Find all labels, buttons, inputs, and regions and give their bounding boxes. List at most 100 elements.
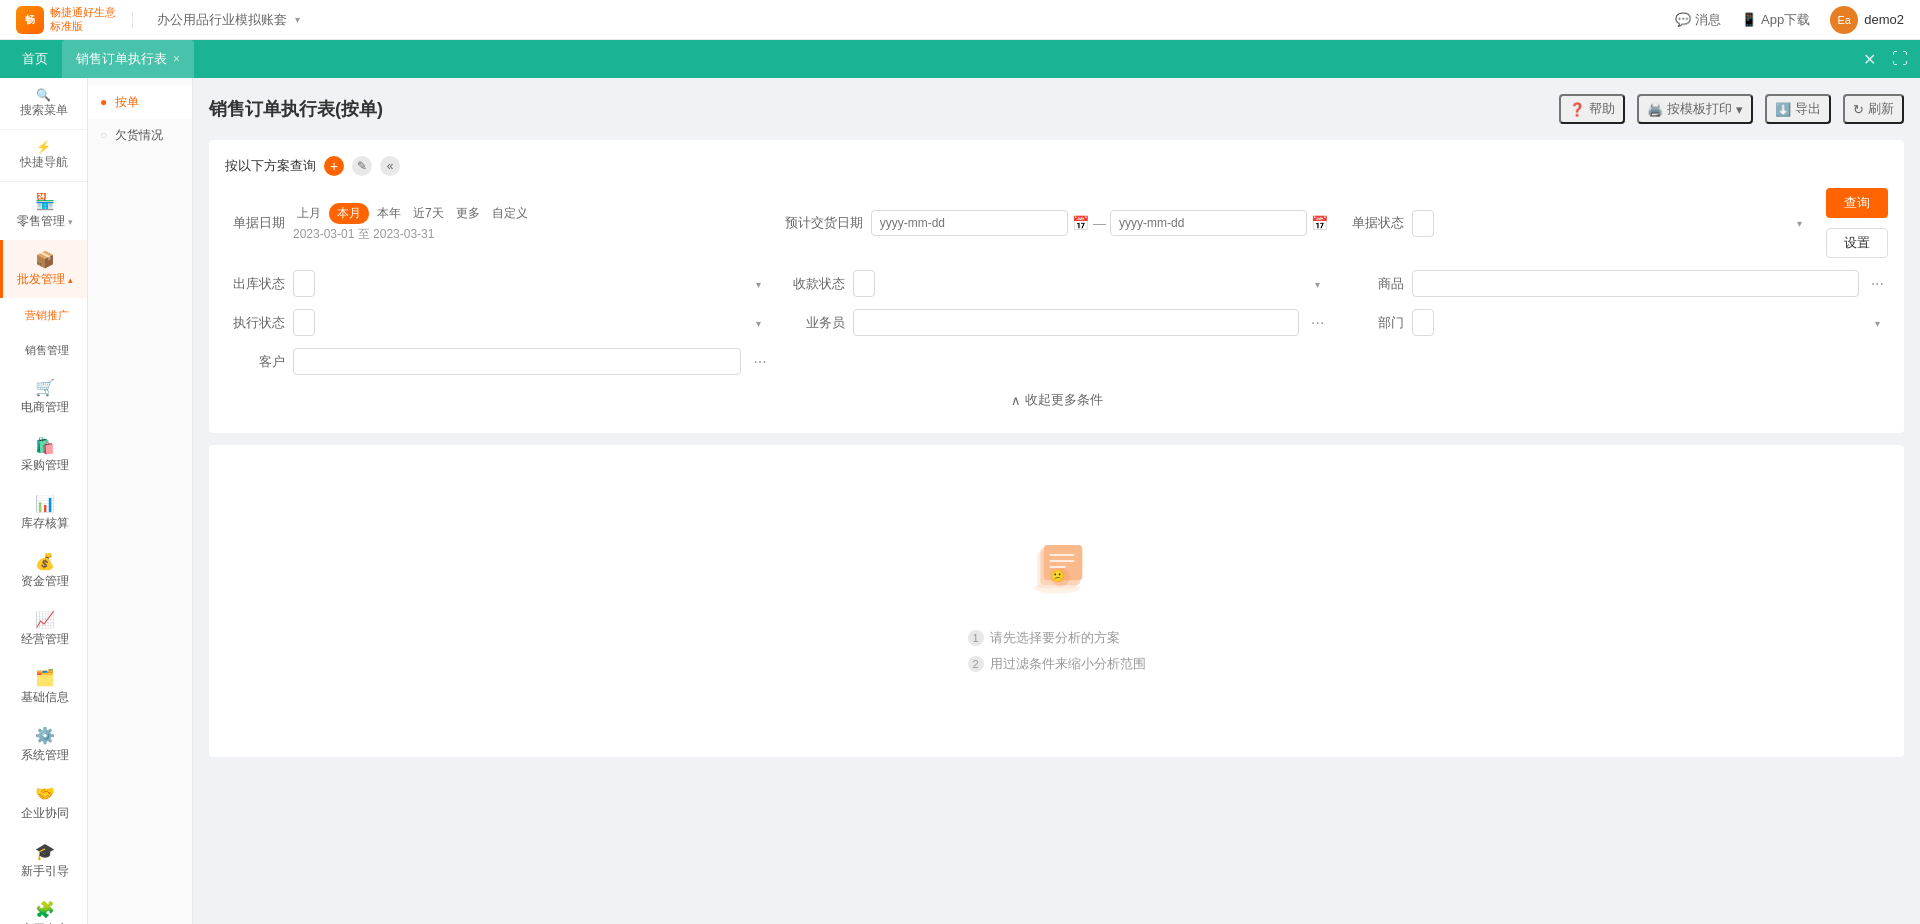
filter-field-delivery-status: 出库状态 ▾ [225,270,769,297]
execution-status-select-wrapper: ▾ [293,309,769,336]
date-tab-more[interactable]: 更多 [452,203,484,224]
goods-label: 商品 [1344,275,1404,293]
filter-form: 单据日期 上月 本月 本年 近7天 更多 自定义 20 [225,188,1888,417]
user-info[interactable]: Ea demo2 [1830,6,1904,34]
sidebar-item-marketing[interactable]: 营销推广 [0,298,87,333]
scheme-collapse-button[interactable]: « [380,156,400,176]
purchase-icon: 🛍️ [7,436,83,455]
sidebar-item-inventory[interactable]: 📊 库存核算 [0,484,87,542]
filter-field-order-status: 单据状态 ▾ 查询 设置 [1344,188,1888,258]
tab-close-window[interactable]: ✕ [1859,46,1880,73]
filter-field-salesperson: 业务员 ··· [785,309,1329,336]
newbie-icon: 🎓 [7,842,83,861]
date-tab-current-year[interactable]: 本年 [373,203,405,224]
execution-status-chevron-icon: ▾ [756,317,761,328]
sidebar-item-newbie[interactable]: 🎓 新手引导 [0,832,87,890]
order-actions: 查询 设置 [1826,188,1888,258]
date-tab-custom[interactable]: 自定义 [488,203,532,224]
payment-status-chevron-icon: ▾ [1315,278,1320,289]
sidebar-item-sales[interactable]: 销售管理 [0,333,87,368]
tab-close-icon[interactable]: × [173,52,180,66]
date-tab-last7[interactable]: 近7天 [409,203,448,224]
inventory-icon: 📊 [7,494,83,513]
tab-maximize[interactable]: ⛶ [1888,46,1912,72]
salesperson-input[interactable] [853,309,1299,336]
department-select[interactable] [1412,309,1434,336]
template-print-button[interactable]: 🖨️ 按模板打印 ▾ [1637,94,1753,124]
department-label: 部门 [1344,314,1404,332]
user-name: demo2 [1864,12,1904,27]
message-action[interactable]: 💬 消息 [1675,11,1721,29]
sidebar-nav: 🔍 搜索菜单 ⚡ 快捷导航 🏪 零售管理 ▾ 📦 批发管理 ▴ 营销推广 销售管… [0,78,88,924]
refresh-button[interactable]: ↻ 刷新 [1843,94,1904,124]
export-button[interactable]: ⬇️ 导出 [1765,94,1831,124]
tab-home[interactable]: 首页 [8,40,62,78]
sidebar-item-system[interactable]: ⚙️ 系统管理 [0,716,87,774]
sidebar-item-wholesale[interactable]: 📦 批发管理 ▴ [0,240,87,298]
order-dot-icon: ● [100,95,107,109]
date-label: 单据日期 [225,214,285,232]
sidebar-item-retail[interactable]: 🏪 零售管理 ▾ [0,182,87,240]
salesperson-more-icon[interactable]: ··· [1307,314,1328,332]
calendar-start-icon[interactable]: 📅 [1072,215,1089,231]
sidebar-item-operation[interactable]: 📈 经营管理 [0,600,87,658]
sidebar-item-ecommerce[interactable]: 🛒 电商管理 [0,368,87,426]
order-status-label: 单据状态 [1344,214,1404,232]
delivery-status-select[interactable] [293,270,315,297]
collapse-up-icon: ∧ [1011,393,1021,408]
scheme-add-button[interactable]: + [324,156,344,176]
page-actions: ❓ 帮助 🖨️ 按模板打印 ▾ ⬇️ 导出 ↻ 刷新 [1559,94,1904,124]
collapse-more-button[interactable]: ∧ 收起更多条件 [1011,391,1103,409]
app-title-arrow[interactable]: ▾ [295,14,300,25]
scheme-edit-button[interactable]: ✎ [352,156,372,176]
order-status-chevron-icon: ▾ [1797,218,1802,229]
sidebar-item-basic[interactable]: 🗂️ 基础信息 [0,658,87,716]
wholesale-icon: 📦 [7,250,83,269]
appstore-icon: 🧩 [7,900,83,919]
query-button[interactable]: 查询 [1826,188,1888,218]
page-title: 销售订单执行表(按单) [209,97,383,121]
delivery-date-end[interactable] [1110,210,1307,236]
sub-item-debt[interactable]: ○ 欠货情况 [88,119,192,152]
edit-icon: ✎ [357,159,367,173]
date-tab-current-month[interactable]: 本月 [329,203,369,224]
customer-more-icon[interactable]: ··· [749,353,770,371]
quick-nav-icon: ⚡ [8,140,79,154]
tab-sales-order[interactable]: 销售订单执行表 × [62,40,194,78]
refresh-icon: ↻ [1853,102,1864,117]
execution-status-select[interactable] [293,309,315,336]
sub-item-order[interactable]: ● 按单 [88,86,192,119]
tip-num-2: 2 [968,656,984,672]
tab-bar-actions: ✕ ⛶ [1859,46,1912,73]
sidebar-search[interactable]: 🔍 搜索菜单 [0,78,87,130]
goods-more-icon[interactable]: ··· [1867,275,1888,293]
settings-button[interactable]: 设置 [1826,228,1888,258]
customer-input[interactable] [293,348,741,375]
app-download-action[interactable]: 📱 App下载 [1741,11,1810,29]
help-button[interactable]: ❓ 帮助 [1559,94,1625,124]
goods-input[interactable] [1412,270,1858,297]
print-icon: 🖨️ [1647,102,1663,117]
sub-sidebar: ● 按单 ○ 欠货情况 [88,78,193,924]
sidebar-item-finance[interactable]: 💰 资金管理 [0,542,87,600]
date-tab-last-month[interactable]: 上月 [293,203,325,224]
system-icon: ⚙️ [7,726,83,745]
print-dropdown-icon: ▾ [1736,102,1743,117]
date-field-content: 上月 本月 本年 近7天 更多 自定义 2023-03-01 至 2023-03… [293,203,769,243]
sidebar-item-cooperation[interactable]: 🤝 企业协同 [0,774,87,832]
filter-field-date: 单据日期 上月 本月 本年 近7天 更多 自定义 20 [225,203,769,243]
download-icon: 📱 [1741,12,1757,27]
page-header: 销售订单执行表(按单) ❓ 帮助 🖨️ 按模板打印 ▾ ⬇️ 导出 ↻ 刷新 [209,94,1904,124]
calendar-end-icon[interactable]: 📅 [1311,215,1328,231]
filter-field-payment-status: 收款状态 ▾ [785,270,1329,297]
sidebar-item-purchase[interactable]: 🛍️ 采购管理 [0,426,87,484]
payment-status-select[interactable] [853,270,875,297]
order-status-select[interactable] [1412,210,1434,237]
filter-content: 单据日期 上月 本月 本年 近7天 更多 自定义 20 [225,188,1888,417]
filter-row-4: 客户 ··· [225,348,1888,375]
filter-panel: 按以下方案查询 + ✎ « [209,140,1904,433]
logo-icon: 畅 [16,6,44,34]
delivery-date-start[interactable] [871,210,1068,236]
sidebar-item-appstore[interactable]: 🧩 应用中心 [0,890,87,924]
sidebar-quick-nav[interactable]: ⚡ 快捷导航 [0,130,87,182]
